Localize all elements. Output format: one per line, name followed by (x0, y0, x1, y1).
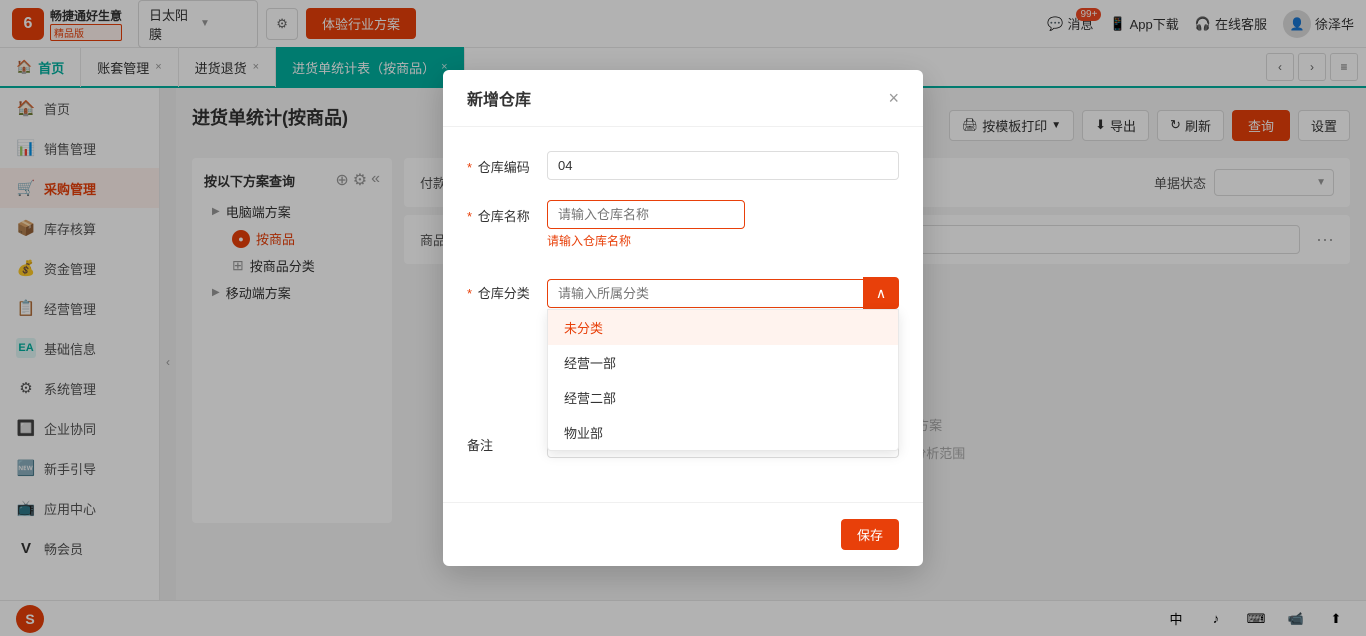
modal-header: 新增仓库 × (443, 70, 923, 127)
modal-overlay[interactable]: 新增仓库 × * 仓库编码 * 仓库名称 请输入仓库名称 (0, 0, 1366, 636)
notes-label: 备注 (467, 429, 547, 454)
category-label-text: 仓库分类 (478, 286, 530, 301)
required-star-cat: * (467, 286, 472, 301)
category-input-group: ∧ (547, 277, 899, 309)
code-label-text: 仓库编码 (478, 160, 530, 175)
category-input[interactable] (547, 279, 863, 308)
required-star-code: * (467, 160, 472, 175)
save-button[interactable]: 保存 (841, 519, 899, 550)
dropdown-item-2[interactable]: 经营二部 (548, 380, 898, 415)
name-input-wrapper: 请输入仓库名称 (547, 200, 899, 249)
name-label-text: 仓库名称 (478, 209, 530, 224)
required-star-name: * (467, 209, 472, 224)
code-label: * 仓库编码 (467, 151, 547, 176)
name-label: * 仓库名称 (467, 200, 547, 225)
modal-body: * 仓库编码 * 仓库名称 请输入仓库名称 * (443, 127, 923, 502)
notes-label-text: 备注 (467, 438, 493, 453)
category-toggle-button[interactable]: ∧ (863, 277, 899, 309)
dropdown-item-0[interactable]: 未分类 (548, 310, 898, 345)
form-row-code: * 仓库编码 (467, 151, 899, 180)
name-input[interactable] (547, 200, 745, 229)
code-input[interactable] (547, 151, 899, 180)
category-dropdown: 未分类 经营一部 经营二部 物业部 (547, 309, 899, 451)
dropdown-item-1[interactable]: 经营一部 (548, 345, 898, 380)
modal-close-button[interactable]: × (888, 88, 899, 109)
add-warehouse-modal: 新增仓库 × * 仓库编码 * 仓库名称 请输入仓库名称 (443, 70, 923, 566)
dropdown-item-3[interactable]: 物业部 (548, 415, 898, 450)
form-row-category: * 仓库分类 ∧ 未分类 经营一部 经营二部 物业部 (467, 277, 899, 309)
name-error-msg: 请输入仓库名称 (547, 232, 899, 249)
modal-footer: 保存 (443, 502, 923, 566)
category-label: * 仓库分类 (467, 277, 547, 302)
modal-title: 新增仓库 (467, 86, 531, 110)
form-row-name: * 仓库名称 请输入仓库名称 (467, 200, 899, 249)
